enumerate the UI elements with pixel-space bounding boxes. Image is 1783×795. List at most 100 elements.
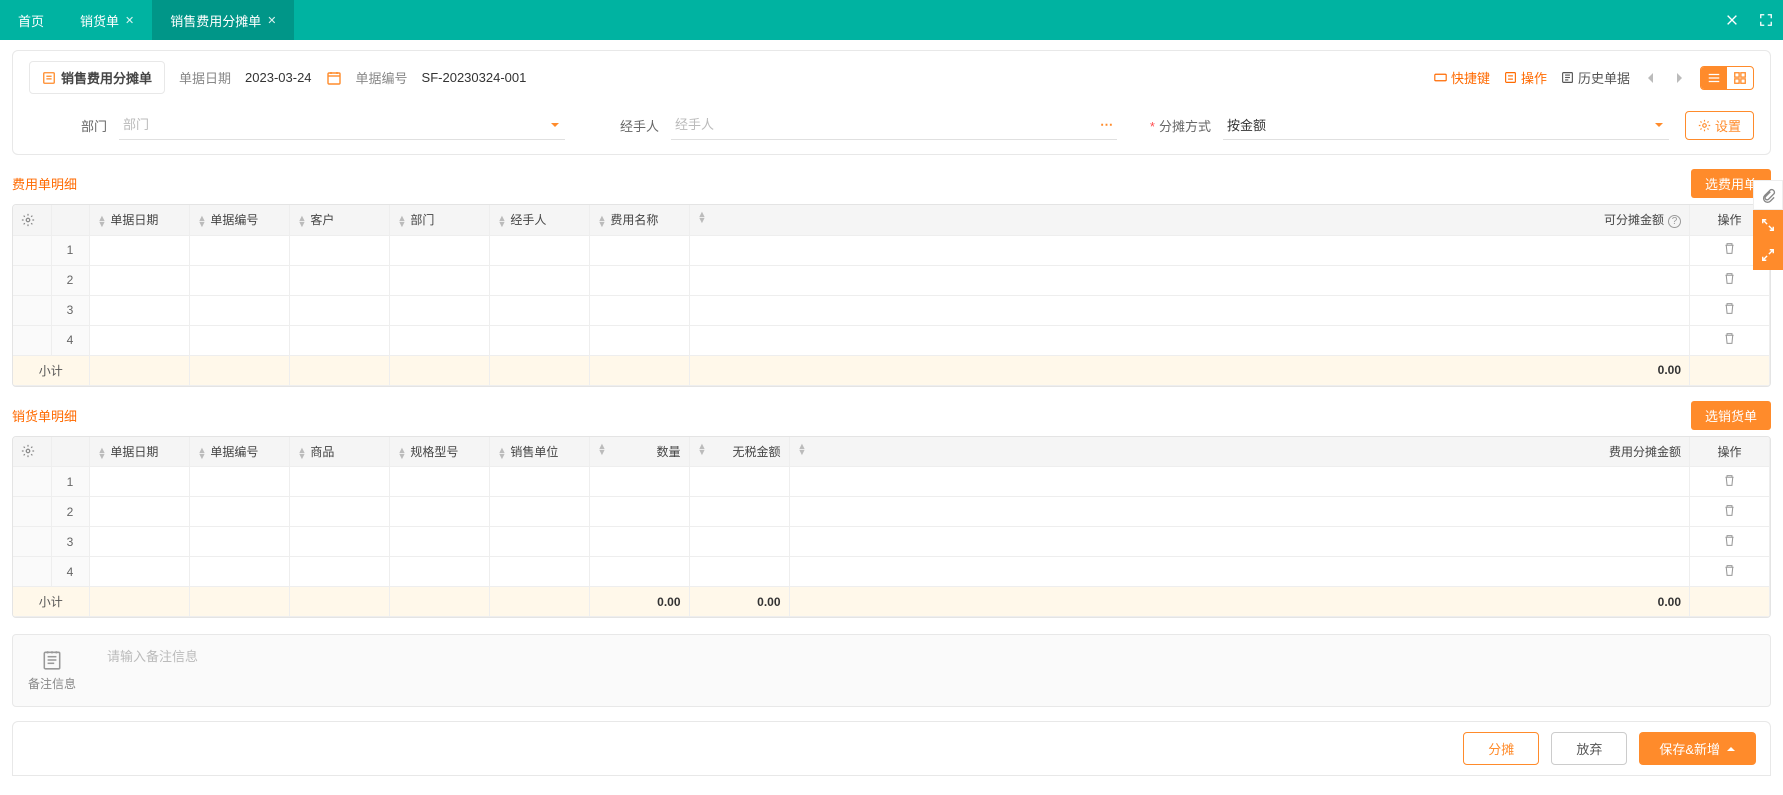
table-row[interactable]: 1 — [13, 235, 1770, 265]
tab-home[interactable]: 首页 — [0, 0, 62, 40]
doc-no-value: SF-20230324-001 — [422, 70, 527, 85]
col-date[interactable]: ▲▼单据日期 — [89, 437, 189, 467]
col-alloc-amount[interactable]: ▲▼可分摊金额? — [689, 205, 1690, 235]
trash-icon[interactable] — [1723, 302, 1736, 315]
handler-label: 经手人 — [581, 116, 671, 135]
more-icon[interactable]: ⋯ — [1100, 117, 1113, 133]
tab-sales-expense-alloc-label: 销售费用分摊单 — [170, 11, 261, 30]
right-rail — [1753, 180, 1783, 270]
doc-date-value[interactable]: 2023-03-24 — [245, 70, 312, 85]
dept-input[interactable] — [123, 117, 549, 132]
expand-icon[interactable] — [1753, 210, 1783, 240]
sort-icon: ▲▼ — [398, 215, 407, 227]
col-spec[interactable]: ▲▼规格型号 — [389, 437, 489, 467]
col-operation: 操作 — [1690, 437, 1770, 467]
attachment-icon[interactable] — [1753, 180, 1783, 210]
select-sales-button[interactable]: 选销货单 — [1691, 401, 1771, 430]
table-config-icon[interactable] — [13, 437, 51, 467]
handler-select[interactable]: ⋯ — [671, 110, 1117, 140]
sort-icon: ▲▼ — [798, 443, 807, 455]
dept-label: 部门 — [29, 116, 119, 135]
trash-icon[interactable] — [1723, 504, 1736, 517]
col-no[interactable]: ▲▼单据编号 — [189, 205, 289, 235]
sort-icon: ▲▼ — [698, 211, 707, 223]
trash-icon[interactable] — [1723, 272, 1736, 285]
col-product[interactable]: ▲▼商品 — [289, 437, 389, 467]
dept-select[interactable] — [119, 110, 565, 140]
trash-icon[interactable] — [1723, 474, 1736, 487]
table-row[interactable]: 4 — [13, 325, 1770, 355]
settings-button[interactable]: 设置 — [1685, 111, 1754, 140]
save-new-button[interactable]: 保存&新增 — [1639, 732, 1756, 765]
collapse-icon[interactable] — [1753, 240, 1783, 270]
allocate-button[interactable]: 分摊 — [1463, 732, 1539, 765]
col-unit[interactable]: ▲▼销售单位 — [489, 437, 589, 467]
tab-sales-expense-alloc[interactable]: 销售费用分摊单 ✕ — [152, 0, 294, 40]
view-grid-icon[interactable] — [1727, 67, 1753, 89]
chevron-down-icon — [549, 119, 561, 131]
trash-icon[interactable] — [1723, 242, 1736, 255]
trash-icon[interactable] — [1723, 564, 1736, 577]
chevron-down-icon — [1653, 119, 1665, 131]
trash-icon[interactable] — [1723, 332, 1736, 345]
help-icon[interactable]: ? — [1668, 215, 1681, 228]
tab-sales-order-label: 销货单 — [80, 11, 119, 30]
col-dept[interactable]: ▲▼部门 — [389, 205, 489, 235]
close-icon[interactable]: ✕ — [267, 14, 276, 27]
alloc-method-select[interactable]: 按金额 — [1223, 110, 1669, 140]
tab-home-label: 首页 — [18, 11, 44, 30]
view-list-icon[interactable] — [1701, 67, 1727, 89]
col-handler[interactable]: ▲▼经手人 — [489, 205, 589, 235]
sort-icon: ▲▼ — [198, 215, 207, 227]
handler-field: 经手人 ⋯ — [581, 110, 1117, 140]
col-customer[interactable]: ▲▼客户 — [289, 205, 389, 235]
shortcut-link[interactable]: 快捷键 — [1434, 68, 1490, 87]
top-tabs: 首页 销货单 ✕ 销售费用分摊单 ✕ — [0, 0, 1783, 40]
table-row[interactable]: 3 — [13, 295, 1770, 325]
table-row[interactable]: 4 — [13, 557, 1770, 587]
col-date[interactable]: ▲▼单据日期 — [89, 205, 189, 235]
sort-icon: ▲▼ — [498, 215, 507, 227]
calendar-icon[interactable] — [326, 70, 342, 86]
table-row[interactable]: 2 — [13, 265, 1770, 295]
sort-icon: ▲▼ — [498, 447, 507, 459]
prev-arrow-icon[interactable] — [1644, 72, 1658, 84]
subtotal-qty: 0.00 — [589, 587, 689, 617]
discard-button[interactable]: 放弃 — [1551, 732, 1627, 765]
history-link[interactable]: 历史单据 — [1561, 68, 1630, 87]
col-fee-name[interactable]: ▲▼费用名称 — [589, 205, 689, 235]
table-config-icon[interactable] — [13, 205, 51, 235]
dept-field: 部门 — [29, 110, 565, 140]
table-row[interactable]: 3 — [13, 527, 1770, 557]
table-row[interactable]: 2 — [13, 497, 1770, 527]
notes-icon — [41, 649, 63, 671]
document-type-button[interactable]: 销售费用分摊单 — [29, 61, 165, 94]
document-header: 销售费用分摊单 单据日期 2023-03-24 单据编号 SF-20230324… — [12, 50, 1771, 155]
expense-detail-section: 费用单明细 选费用单 ▲▼单据日期 ▲▼单据编号 ▲▼客户 ▲▼部门 ▲▼经手人… — [12, 169, 1771, 387]
remark-input[interactable] — [107, 649, 1754, 664]
remark-icon-area: 备注信息 — [13, 635, 91, 706]
table-row[interactable]: 1 — [13, 467, 1770, 497]
document-icon — [42, 71, 56, 85]
sort-icon: ▲▼ — [398, 447, 407, 459]
col-qty[interactable]: ▲▼数量 — [589, 437, 689, 467]
doc-no-label: 单据编号 — [356, 68, 408, 87]
col-no[interactable]: ▲▼单据编号 — [189, 437, 289, 467]
trash-icon[interactable] — [1723, 534, 1736, 547]
next-arrow-icon[interactable] — [1672, 72, 1686, 84]
subtotal-alloc: 0.00 — [789, 587, 1690, 617]
close-icon[interactable]: ✕ — [125, 14, 134, 27]
handler-input[interactable] — [675, 117, 1100, 132]
tab-sales-order[interactable]: 销货单 ✕ — [62, 0, 152, 40]
view-toggle — [1700, 66, 1754, 90]
footer-actions: 分摊 放弃 保存&新增 — [12, 721, 1771, 776]
window-fullscreen-button[interactable] — [1749, 0, 1783, 40]
expense-detail-title: 费用单明细 — [12, 174, 77, 193]
subtotal-row: 小计0.000.000.00 — [13, 587, 1770, 617]
operate-link[interactable]: 操作 — [1504, 68, 1547, 87]
col-notax[interactable]: ▲▼无税金额 — [689, 437, 789, 467]
col-alloc-amount[interactable]: ▲▼费用分摊金额 — [789, 437, 1690, 467]
window-close-button[interactable] — [1715, 0, 1749, 40]
sort-icon: ▲▼ — [98, 215, 107, 227]
sales-table: ▲▼单据日期 ▲▼单据编号 ▲▼商品 ▲▼规格型号 ▲▼销售单位 ▲▼数量 ▲▼… — [12, 436, 1771, 619]
